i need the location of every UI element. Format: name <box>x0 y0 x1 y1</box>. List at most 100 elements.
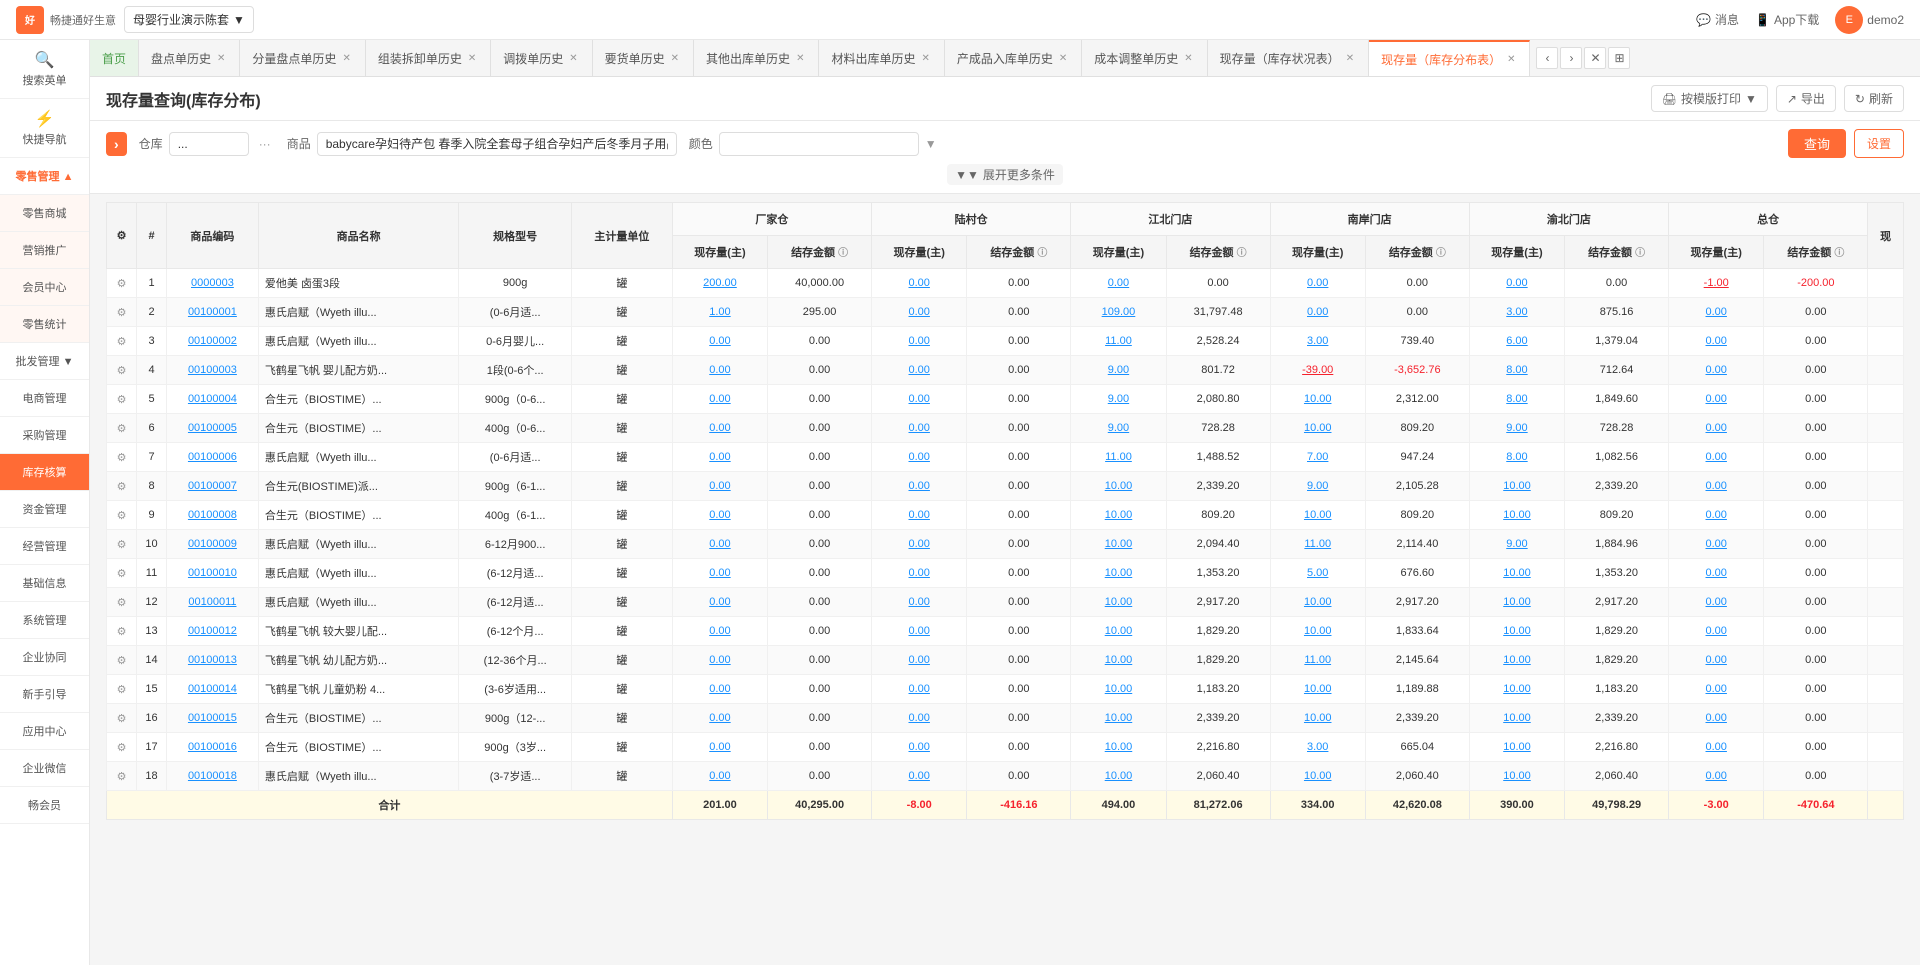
gear-cell[interactable]: ⚙ <box>107 762 137 791</box>
gear-cell[interactable]: ⚙ <box>107 704 137 733</box>
close-icon[interactable]: ✕ <box>669 51 681 66</box>
sidebar-item-wholesale[interactable]: 批发管理 ▼ <box>0 343 89 380</box>
sidebar-item-purchase[interactable]: 采购管理 <box>0 417 89 454</box>
sidebar-item-member[interactable]: 会员中心 <box>0 269 89 306</box>
message-action[interactable]: 💬 消息 <box>1696 11 1739 28</box>
gear-cell[interactable]: ⚙ <box>107 588 137 617</box>
gear-cell[interactable]: ⚙ <box>107 472 137 501</box>
tab-home[interactable]: 首页 <box>90 40 139 76</box>
row-yubei-qty: 10.00 <box>1469 733 1564 762</box>
close-icon[interactable]: ✕ <box>794 51 806 66</box>
sidebar-item-marketing[interactable]: 营销推广 <box>0 232 89 269</box>
row-current <box>1868 646 1904 675</box>
row-nanan-qty: 9.00 <box>1270 472 1365 501</box>
user-area[interactable]: E demo2 <box>1835 6 1904 34</box>
tab-other-out[interactable]: 其他出库单历史 ✕ <box>694 40 819 76</box>
sidebar-item-system[interactable]: 系统管理 <box>0 602 89 639</box>
gear-cell[interactable]: ⚙ <box>107 414 137 443</box>
color-input[interactable] <box>719 132 919 156</box>
sidebar-item-nav[interactable]: ⚡ 快捷导航 <box>0 99 89 158</box>
gear-cell[interactable]: ⚙ <box>107 733 137 762</box>
sidebar-item-inventory[interactable]: 库存核算 <box>0 454 89 491</box>
sidebar-item-basics[interactable]: 基础信息 <box>0 565 89 602</box>
gear-cell[interactable]: ⚙ <box>107 501 137 530</box>
row-unit: 罐 <box>571 472 672 501</box>
tab-partial-check[interactable]: 分量盘点单历史 ✕ <box>240 40 365 76</box>
sidebar-item-retail-stats[interactable]: 零售统计 <box>0 306 89 343</box>
row-jiangbei-amt: 1,353.20 <box>1166 559 1270 588</box>
tab-order[interactable]: 要货单历史 ✕ <box>593 40 694 76</box>
gear-cell[interactable]: ⚙ <box>107 675 137 704</box>
gear-cell[interactable]: ⚙ <box>107 530 137 559</box>
sidebar-item-collab[interactable]: 企业协同 <box>0 639 89 676</box>
tab-next-btn[interactable]: › <box>1560 47 1582 69</box>
search-button[interactable]: 查询 <box>1788 129 1846 158</box>
table-row: ⚙ 16 00100015 合生元（BIOSTIME）... 900g（12-.… <box>107 704 1904 733</box>
tab-assembly[interactable]: 组装拆卸单历史 ✕ <box>366 40 491 76</box>
gear-cell[interactable]: ⚙ <box>107 327 137 356</box>
tab-close-all-btn[interactable]: ✕ <box>1584 47 1606 69</box>
warehouse-label: 仓库 <box>139 135 163 152</box>
tab-inventory-check[interactable]: 盘点单历史 ✕ <box>139 40 240 76</box>
expand-conditions-button[interactable]: ▼▼ 展开更多条件 <box>947 164 1063 185</box>
sidebar-item-wechat[interactable]: 企业微信 <box>0 750 89 787</box>
sidebar-item-guide[interactable]: 新手引导 <box>0 676 89 713</box>
sidebar-item-mall[interactable]: 零售商城 <box>0 195 89 232</box>
row-nanan-amt: 809.20 <box>1365 501 1469 530</box>
gear-cell[interactable]: ⚙ <box>107 443 137 472</box>
warehouse-dots-icon[interactable]: ··· <box>255 137 275 151</box>
close-icon[interactable]: ✕ <box>1057 51 1069 66</box>
row-current <box>1868 501 1904 530</box>
row-factory-amt: 0.00 <box>768 327 872 356</box>
sidebar-item-vip[interactable]: 畅会员 <box>0 787 89 824</box>
tab-material-out[interactable]: 材料出库单历史 ✕ <box>819 40 944 76</box>
close-icon[interactable]: ✕ <box>1505 52 1517 67</box>
table-row: ⚙ 5 00100004 合生元（BIOSTIME）... 900g（0-6..… <box>107 385 1904 414</box>
row-jiangbei-amt: 2,216.80 <box>1166 733 1270 762</box>
close-icon[interactable]: ✕ <box>1344 51 1356 66</box>
expand-icon: ▼▼ <box>955 168 979 182</box>
sidebar-item-retail[interactable]: 零售管理 ▲ <box>0 158 89 195</box>
gear-cell[interactable]: ⚙ <box>107 356 137 385</box>
tab-expand-btn[interactable]: ⊞ <box>1608 47 1630 69</box>
tab-stock-status[interactable]: 现存量（库存状况表） ✕ <box>1208 40 1369 76</box>
export-button[interactable]: ↗ 导出 <box>1776 85 1836 112</box>
product-input[interactable] <box>317 132 677 156</box>
tab-cost-adjust[interactable]: 成本调整单历史 ✕ <box>1082 40 1207 76</box>
tab-prev-btn[interactable]: ‹ <box>1536 47 1558 69</box>
sidebar-item-finance[interactable]: 资金管理 <box>0 491 89 528</box>
print-button[interactable]: 🖨 按模版打印 ▼ <box>1651 85 1768 112</box>
gear-cell[interactable]: ⚙ <box>107 385 137 414</box>
gear-cell[interactable]: ⚙ <box>107 646 137 675</box>
close-icon[interactable]: ✕ <box>567 51 579 66</box>
gear-cell[interactable]: ⚙ <box>107 269 137 298</box>
gear-cell[interactable]: ⚙ <box>107 298 137 327</box>
row-name: 飞鹤星飞帆 婴儿配方奶... <box>258 356 459 385</box>
jiangbei-amt-header: 结存金额 ⓘ <box>1166 236 1270 269</box>
row-jiangbei-amt: 2,339.20 <box>1166 704 1270 733</box>
table-row: ⚙ 17 00100016 合生元（BIOSTIME）... 900g（3岁..… <box>107 733 1904 762</box>
close-icon[interactable]: ✕ <box>340 51 352 66</box>
factory-amt-header: 结存金额 ⓘ <box>768 236 872 269</box>
tab-stock-dist[interactable]: 现存量（库存分布表） ✕ <box>1369 40 1530 76</box>
gear-cell[interactable]: ⚙ <box>107 559 137 588</box>
close-icon[interactable]: ✕ <box>1182 51 1194 66</box>
warehouse-input[interactable] <box>169 132 249 156</box>
close-icon[interactable]: ✕ <box>466 51 478 66</box>
close-icon[interactable]: ✕ <box>919 51 931 66</box>
sidebar-item-operations[interactable]: 经营管理 <box>0 528 89 565</box>
sidebar-item-ecommerce[interactable]: 电商管理 <box>0 380 89 417</box>
expand-filter-button[interactable]: › <box>106 132 127 156</box>
row-yubei-amt: 1,353.20 <box>1565 559 1669 588</box>
close-icon[interactable]: ✕ <box>215 51 227 66</box>
tab-product-in[interactable]: 产成品入库单历史 ✕ <box>945 40 1082 76</box>
sidebar-item-search[interactable]: 🔍 搜索英单 <box>0 40 89 99</box>
refresh-button[interactable]: ↻ 刷新 <box>1844 85 1904 112</box>
industry-selector[interactable]: 母婴行业演示陈套 ▼ <box>124 6 254 33</box>
sidebar-item-appstore[interactable]: 应用中心 <box>0 713 89 750</box>
row-lu-amt: 0.00 <box>967 501 1071 530</box>
gear-cell[interactable]: ⚙ <box>107 617 137 646</box>
app-download-action[interactable]: 📱 App下载 <box>1755 11 1819 28</box>
settings-button[interactable]: 设置 <box>1854 129 1904 158</box>
tab-transfer[interactable]: 调拨单历史 ✕ <box>491 40 592 76</box>
